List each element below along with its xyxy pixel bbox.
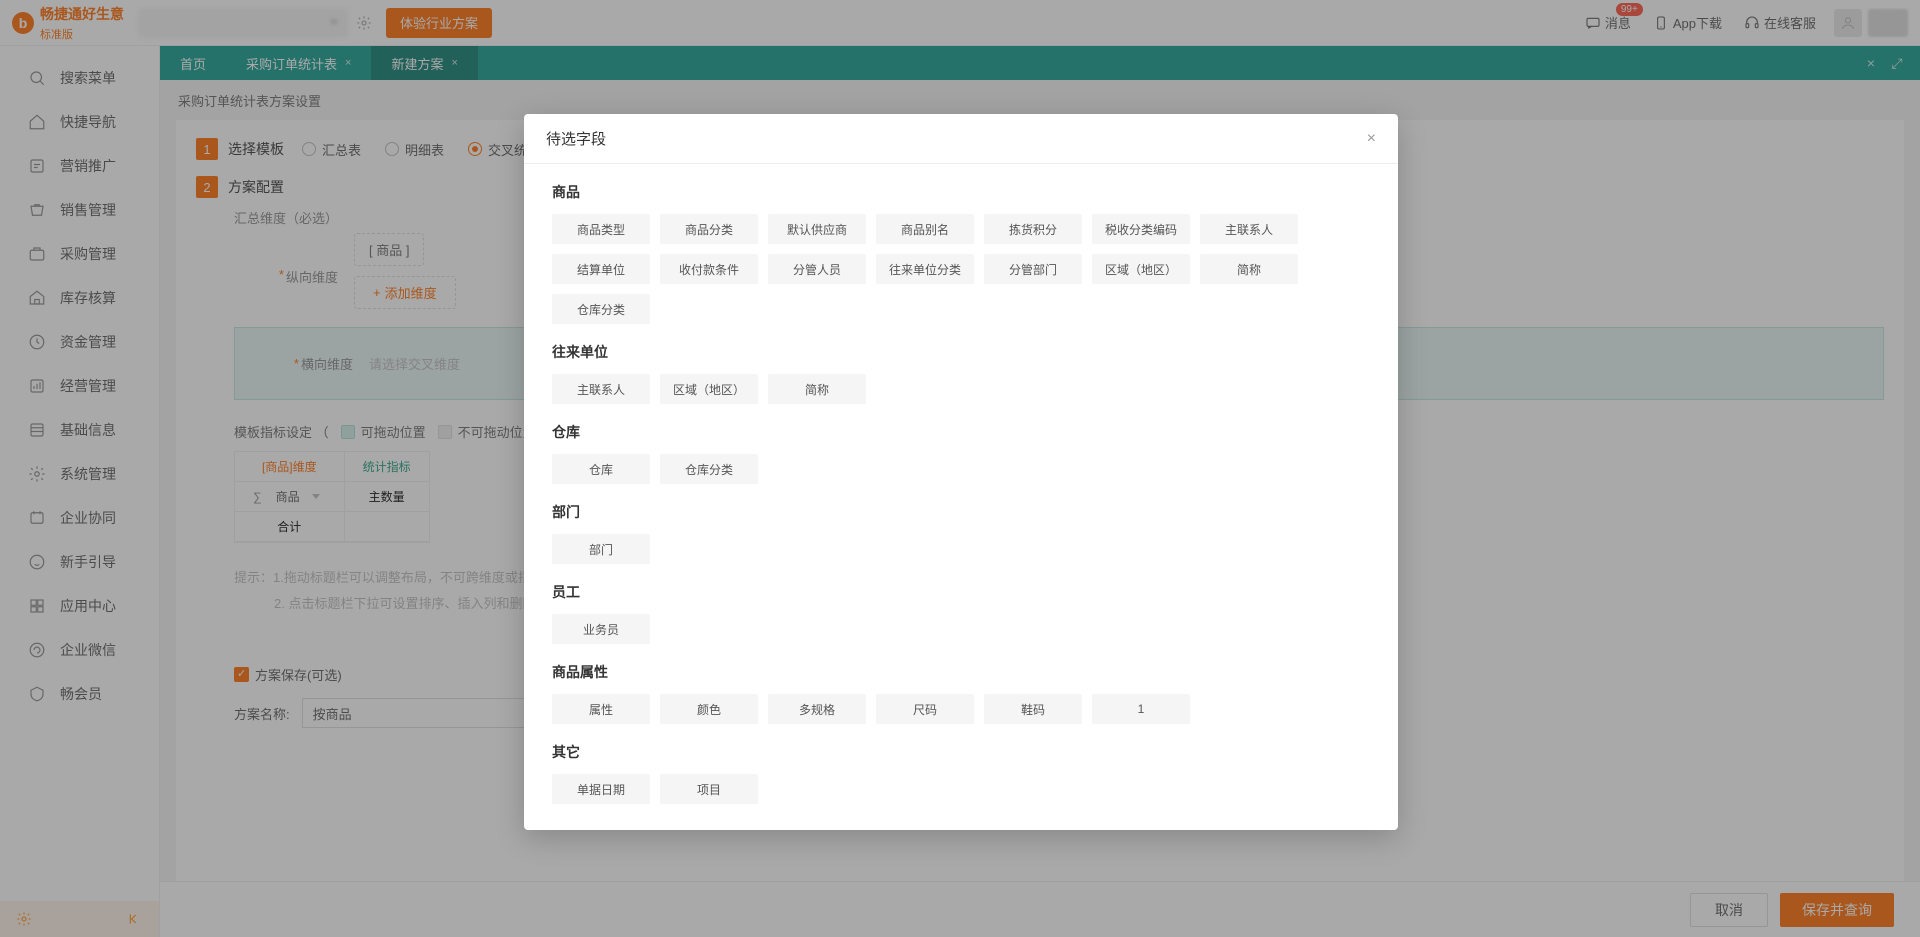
field-option[interactable]: 业务员: [552, 614, 650, 644]
field-option[interactable]: 商品分类: [660, 214, 758, 244]
field-option[interactable]: 属性: [552, 694, 650, 724]
field-option[interactable]: 多规格: [768, 694, 866, 724]
field-group-title: 仓库: [552, 422, 1370, 442]
field-option[interactable]: 拣货积分: [984, 214, 1082, 244]
field-option[interactable]: 分管部门: [984, 254, 1082, 284]
field-option[interactable]: 部门: [552, 534, 650, 564]
field-option[interactable]: 项目: [660, 774, 758, 804]
field-option[interactable]: 税收分类编码: [1092, 214, 1190, 244]
field-group-title: 其它: [552, 742, 1370, 762]
field-option[interactable]: 主联系人: [552, 374, 650, 404]
field-option[interactable]: 区域（地区）: [1092, 254, 1190, 284]
field-option[interactable]: 往来单位分类: [876, 254, 974, 284]
modal-title: 待选字段: [546, 128, 606, 149]
field-option[interactable]: 仓库: [552, 454, 650, 484]
field-picker-modal: 待选字段 × 商品商品类型商品分类默认供应商商品别名拣货积分税收分类编码主联系人…: [524, 114, 1398, 830]
field-option[interactable]: 仓库分类: [552, 294, 650, 324]
field-group-title: 商品: [552, 182, 1370, 202]
field-option[interactable]: 仓库分类: [660, 454, 758, 484]
field-option[interactable]: 结算单位: [552, 254, 650, 284]
field-option[interactable]: 1: [1092, 694, 1190, 724]
field-group-title: 商品属性: [552, 662, 1370, 682]
field-option[interactable]: 颜色: [660, 694, 758, 724]
field-group-title: 员工: [552, 582, 1370, 602]
field-option[interactable]: 简称: [1200, 254, 1298, 284]
field-option[interactable]: 商品类型: [552, 214, 650, 244]
field-option[interactable]: 主联系人: [1200, 214, 1298, 244]
field-option[interactable]: 区域（地区）: [660, 374, 758, 404]
modal-close-button[interactable]: ×: [1367, 130, 1376, 148]
field-option[interactable]: 鞋码: [984, 694, 1082, 724]
field-option[interactable]: 单据日期: [552, 774, 650, 804]
field-group-title: 往来单位: [552, 342, 1370, 362]
field-option[interactable]: 分管人员: [768, 254, 866, 284]
field-option[interactable]: 商品别名: [876, 214, 974, 244]
field-option[interactable]: 收付款条件: [660, 254, 758, 284]
field-group-title: 部门: [552, 502, 1370, 522]
field-option[interactable]: 默认供应商: [768, 214, 866, 244]
field-option[interactable]: 简称: [768, 374, 866, 404]
field-option[interactable]: 尺码: [876, 694, 974, 724]
